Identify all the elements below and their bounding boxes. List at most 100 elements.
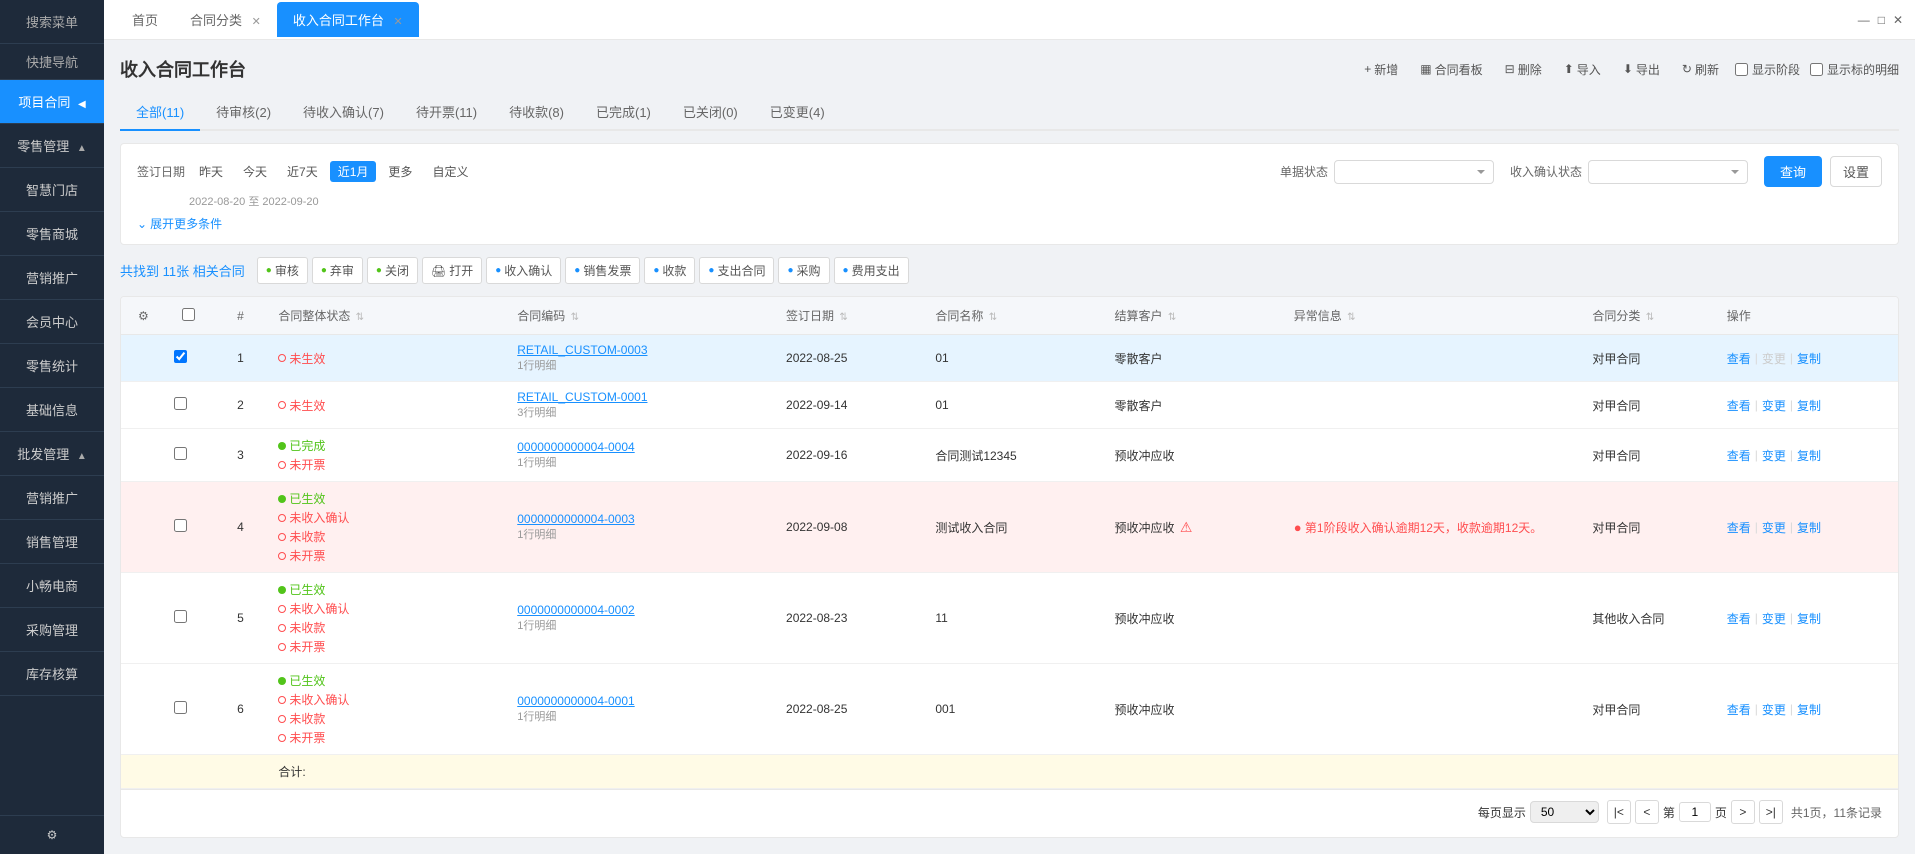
page-size-select[interactable]: 50 10 20 100 xyxy=(1530,801,1599,823)
page-input[interactable] xyxy=(1679,802,1711,822)
close-btn[interactable]: ✕ xyxy=(1893,13,1903,27)
filter-tab-all[interactable]: 全部(11) xyxy=(120,94,200,131)
export-btn[interactable]: ⬇ 导出 xyxy=(1617,57,1666,82)
date-pill-last1month[interactable]: 近1月 xyxy=(330,161,377,182)
row4-copy-btn[interactable]: 复制 xyxy=(1797,519,1821,536)
filter-tab-pending-review[interactable]: 待审核(2) xyxy=(200,94,287,129)
sidebar-item-member[interactable]: 会员中心 xyxy=(0,300,104,344)
row1-checkbox[interactable] xyxy=(174,350,187,363)
row3-check[interactable] xyxy=(166,429,211,482)
filter-tab-pending-payment[interactable]: 待收款(8) xyxy=(493,94,580,129)
income-confirm-select[interactable] xyxy=(1588,160,1748,184)
tab-contract-cat-close[interactable]: ✕ xyxy=(252,16,261,28)
row1-change-btn[interactable]: 变更 xyxy=(1762,350,1786,367)
close-action-btn[interactable]: ● 关闭 xyxy=(367,257,418,284)
sidebar-item-project[interactable]: 项目合同 ◀ xyxy=(0,80,104,124)
col-contract-name[interactable]: 合同名称 ⇅ xyxy=(927,297,1106,335)
sidebar-nav[interactable]: 快捷导航 xyxy=(0,44,104,80)
row2-checkbox[interactable] xyxy=(174,397,187,410)
row3-contract-link[interactable]: 0000000000004-0004 xyxy=(517,440,634,454)
row6-copy-btn[interactable]: 复制 xyxy=(1797,701,1821,718)
sidebar-item-smart-store[interactable]: 智慧门店 xyxy=(0,168,104,212)
row6-change-btn[interactable]: 变更 xyxy=(1762,701,1786,718)
tab-contract-cat[interactable]: 合同分类 ✕ xyxy=(174,0,277,39)
sidebar-item-ecom[interactable]: 小畅电商 xyxy=(0,564,104,608)
sales-invoice-btn[interactable]: ● 销售发票 xyxy=(565,257,640,284)
row2-change-btn[interactable]: 变更 xyxy=(1762,397,1786,414)
col-customer[interactable]: 结算客户 ⇅ xyxy=(1107,297,1286,335)
date-pill-yesterday[interactable]: 昨天 xyxy=(191,161,231,182)
filter-tab-completed[interactable]: 已完成(1) xyxy=(580,94,667,129)
row5-check[interactable] xyxy=(166,573,211,664)
tab-home[interactable]: 首页 xyxy=(116,0,174,39)
row2-view-btn[interactable]: 查看 xyxy=(1727,397,1751,414)
row4-change-btn[interactable]: 变更 xyxy=(1762,519,1786,536)
col-check-all[interactable] xyxy=(166,297,211,335)
settings-btn[interactable]: 设置 xyxy=(1830,156,1882,187)
filter-tab-closed[interactable]: 已关闭(0) xyxy=(667,94,754,129)
row5-checkbox[interactable] xyxy=(174,610,187,623)
sidebar-item-retail-stat[interactable]: 零售统计 xyxy=(0,344,104,388)
sidebar-search[interactable]: 搜索菜单 xyxy=(0,0,104,44)
refresh-btn[interactable]: ↻ 刷新 xyxy=(1676,57,1725,82)
new-btn[interactable]: + 新增 xyxy=(1358,57,1404,82)
sidebar-item-marketing2[interactable]: 营销推广 xyxy=(0,476,104,520)
kanban-btn[interactable]: ▦ 合同看板 xyxy=(1414,57,1488,82)
sidebar-item-basic-info[interactable]: 基础信息 xyxy=(0,388,104,432)
sidebar-item-inventory[interactable]: 库存核算 xyxy=(0,652,104,696)
row2-contract-link[interactable]: RETAIL_CUSTOM-0001 xyxy=(517,390,647,404)
cost-out-btn[interactable]: ● 费用支出 xyxy=(834,257,909,284)
receive-btn[interactable]: ● 收款 xyxy=(644,257,695,284)
show-stage-checkbox[interactable] xyxy=(1735,63,1748,76)
tab-income-close[interactable]: ✕ xyxy=(394,16,403,28)
sidebar-item-wholesale[interactable]: 批发管理 ▲ xyxy=(0,432,104,476)
row1-contract-link[interactable]: RETAIL_CUSTOM-0003 xyxy=(517,343,647,357)
minimize-btn[interactable]: — xyxy=(1858,13,1870,27)
sidebar-item-purchase[interactable]: 采购管理 xyxy=(0,608,104,652)
row3-change-btn[interactable]: 变更 xyxy=(1762,447,1786,464)
row3-view-btn[interactable]: 查看 xyxy=(1727,447,1751,464)
col-sign-date[interactable]: 签订日期 ⇅ xyxy=(778,297,927,335)
row6-checkbox[interactable] xyxy=(174,701,187,714)
row1-check[interactable] xyxy=(166,335,211,382)
date-pill-last7[interactable]: 近7天 xyxy=(279,161,326,182)
col-exception-info[interactable]: 异常信息 ⇅ xyxy=(1286,297,1585,335)
page-first-btn[interactable]: |< xyxy=(1607,800,1631,824)
tab-income-workbench[interactable]: 收入合同工作台 ✕ xyxy=(277,2,419,37)
show-label-checkbox[interactable] xyxy=(1810,63,1823,76)
sidebar-item-sales-mgmt[interactable]: 销售管理 xyxy=(0,520,104,564)
income-confirm-btn[interactable]: ● 收入确认 xyxy=(486,257,561,284)
expand-btn[interactable]: ⌄ 展开更多条件 xyxy=(137,215,1882,232)
page-prev-btn[interactable]: < xyxy=(1635,800,1659,824)
sidebar-settings[interactable]: ⚙ xyxy=(0,815,104,854)
print-btn[interactable]: 🖨 打开 xyxy=(422,257,482,284)
row3-copy-btn[interactable]: 复制 xyxy=(1797,447,1821,464)
row2-copy-btn[interactable]: 复制 xyxy=(1797,397,1821,414)
sidebar-item-retail-mgmt[interactable]: 零售管理 ▲ xyxy=(0,124,104,168)
delete-btn[interactable]: ⊟ 删除 xyxy=(1499,57,1548,82)
check-all-checkbox[interactable] xyxy=(182,308,195,321)
filter-tab-pending-invoice[interactable]: 待开票(11) xyxy=(400,94,493,129)
import-btn[interactable]: ⬆ 导入 xyxy=(1558,57,1607,82)
col-contract-type[interactable]: 合同分类 ⇅ xyxy=(1584,297,1718,335)
page-last-btn[interactable]: >| xyxy=(1759,800,1783,824)
maximize-btn[interactable]: □ xyxy=(1878,13,1885,27)
row6-contract-link[interactable]: 0000000000004-0001 xyxy=(517,694,634,708)
abandon-btn[interactable]: ● 弃审 xyxy=(312,257,363,284)
filter-tab-pending-confirm[interactable]: 待收入确认(7) xyxy=(287,94,400,129)
col-setting[interactable]: ⚙ xyxy=(121,297,166,335)
row4-check[interactable] xyxy=(166,482,211,573)
doc-status-select[interactable] xyxy=(1334,160,1494,184)
row5-contract-link[interactable]: 0000000000004-0002 xyxy=(517,603,634,617)
expense-out-btn[interactable]: ● 支出合同 xyxy=(699,257,774,284)
row3-checkbox[interactable] xyxy=(174,447,187,460)
row1-view-btn[interactable]: 查看 xyxy=(1727,350,1751,367)
purchase-btn[interactable]: ● 采购 xyxy=(778,257,829,284)
row6-check[interactable] xyxy=(166,664,211,755)
row5-copy-btn[interactable]: 复制 xyxy=(1797,610,1821,627)
page-next-btn[interactable]: > xyxy=(1731,800,1755,824)
date-pill-custom[interactable]: 自定义 xyxy=(424,161,476,182)
row4-contract-link[interactable]: 0000000000004-0003 xyxy=(517,512,634,526)
row6-view-btn[interactable]: 查看 xyxy=(1727,701,1751,718)
row4-checkbox[interactable] xyxy=(174,519,187,532)
